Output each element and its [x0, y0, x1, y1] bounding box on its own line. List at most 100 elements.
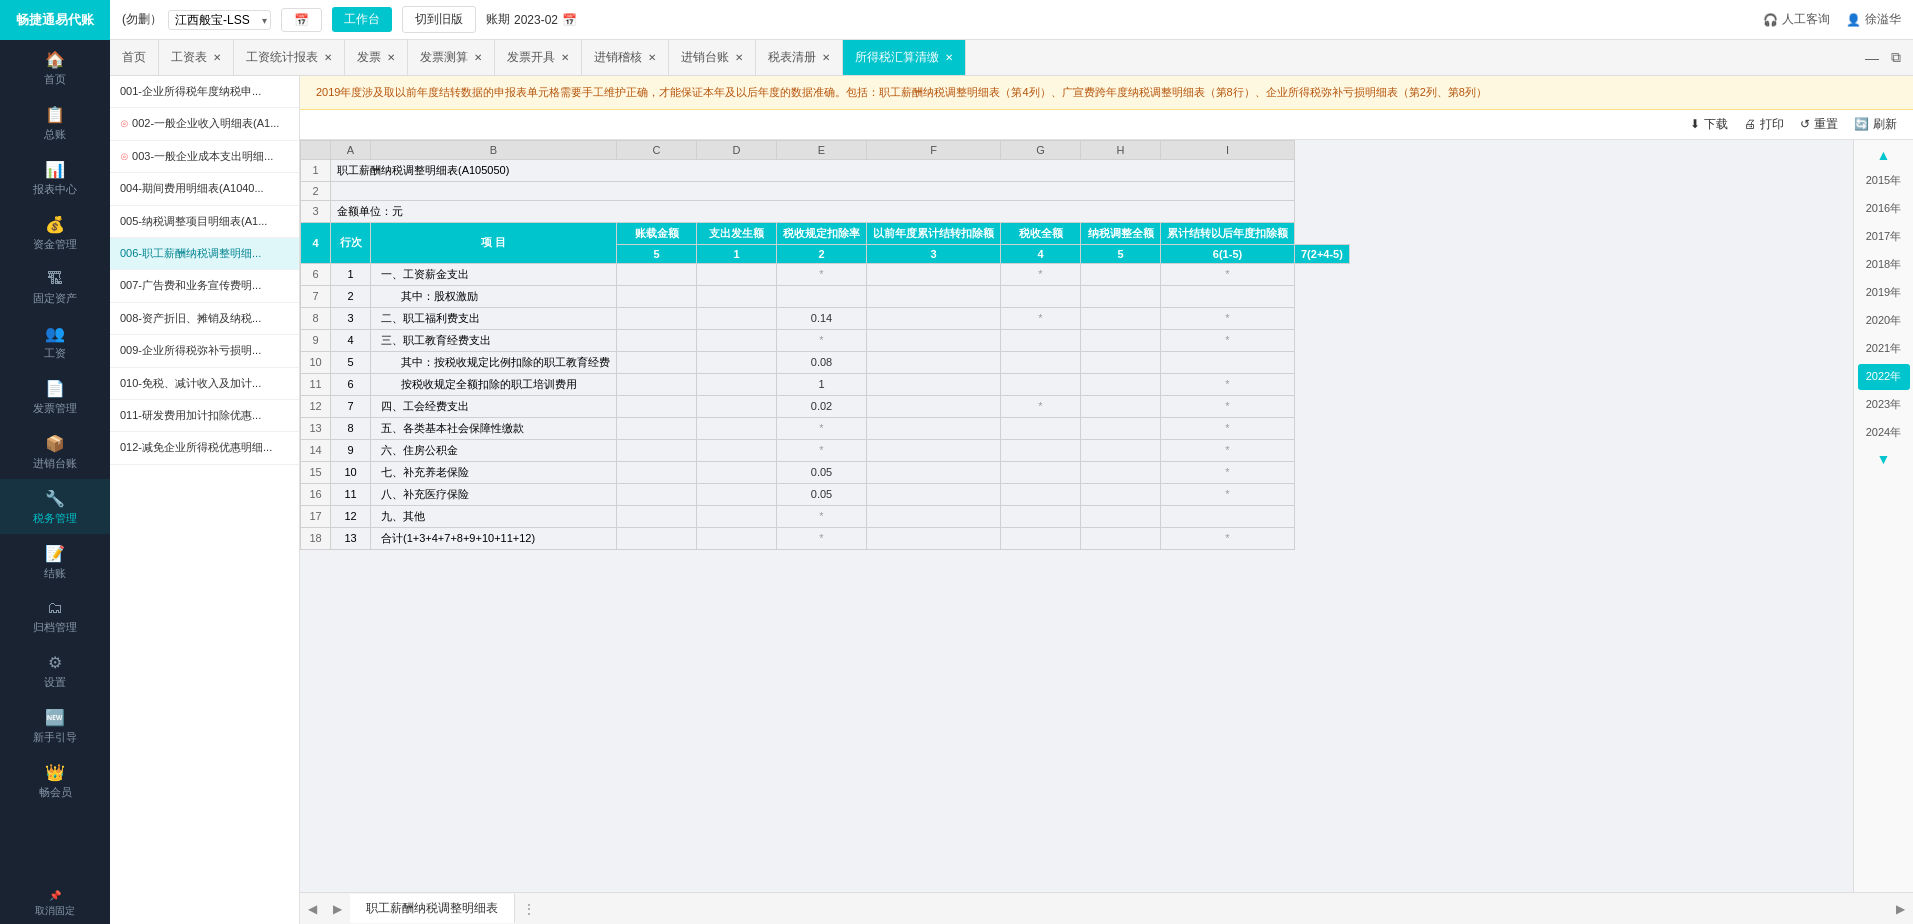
row-col-d[interactable]	[697, 395, 777, 417]
row-col-f[interactable]	[867, 505, 1001, 527]
sidebar-item-settings[interactable]: ⚙ 设置	[0, 643, 110, 698]
year-2019[interactable]: 2019年	[1858, 280, 1910, 306]
sidebar-item-salary[interactable]: 👥 工资	[0, 314, 110, 369]
row-col-i[interactable]: *	[1161, 263, 1295, 285]
tab-income-tax[interactable]: 所得税汇算清缴 ✕	[843, 40, 966, 76]
row-col-g[interactable]	[1001, 527, 1081, 549]
row-col-h[interactable]	[1081, 527, 1161, 549]
row-col-c[interactable]	[617, 307, 697, 329]
row-col-d[interactable]	[697, 505, 777, 527]
row-col-d[interactable]	[697, 417, 777, 439]
sidebar-item-tax[interactable]: 🔧 税务管理	[0, 479, 110, 534]
tab-close-invoice[interactable]: ✕	[387, 52, 395, 63]
tab-invoice-issue[interactable]: 发票开具 ✕	[495, 40, 582, 76]
tab-stock-ledger[interactable]: 进销台账 ✕	[669, 40, 756, 76]
row-col-g[interactable]	[1001, 461, 1081, 483]
tab-salary-table[interactable]: 工资表 ✕	[159, 40, 234, 76]
row-col-g[interactable]	[1001, 505, 1081, 527]
service-button[interactable]: 🎧 人工客询	[1763, 11, 1830, 28]
row-col-i[interactable]	[1161, 285, 1295, 307]
row-col-e[interactable]: 0.05	[777, 461, 867, 483]
row-col-h[interactable]	[1081, 483, 1161, 505]
row-col-g[interactable]	[1001, 439, 1081, 461]
list-item-003[interactable]: ⊙ 003-一般企业成本支出明细...	[110, 141, 299, 173]
year-2022[interactable]: 2022年	[1858, 364, 1910, 390]
next-sheet-btn[interactable]: ▶	[325, 902, 350, 916]
row-col-h[interactable]	[1081, 461, 1161, 483]
year-2020[interactable]: 2020年	[1858, 308, 1910, 334]
period-calendar-icon[interactable]: 📅	[562, 13, 577, 27]
sheet-main[interactable]: A B C D E F G H I	[300, 140, 1853, 893]
list-item-004[interactable]: 004-期间费用明细表(A1040...	[110, 173, 299, 205]
tab-close-tax-book[interactable]: ✕	[822, 52, 830, 63]
list-item-011[interactable]: 011-研发费用加计扣除优惠...	[110, 400, 299, 432]
year-2018[interactable]: 2018年	[1858, 252, 1910, 278]
list-item-008[interactable]: 008-资产折旧、摊销及纳税...	[110, 303, 299, 335]
download-button[interactable]: ⬇ 下载	[1690, 116, 1728, 133]
row-col-e[interactable]: *	[777, 263, 867, 285]
company-dropdown[interactable]: 江西般宝-LSS	[168, 10, 271, 30]
row-col-c[interactable]	[617, 461, 697, 483]
row-col-h[interactable]	[1081, 307, 1161, 329]
row-col-i[interactable]: *	[1161, 527, 1295, 549]
calendar-icon-btn[interactable]: 📅	[281, 8, 322, 32]
row-col-d[interactable]	[697, 483, 777, 505]
row-col-c[interactable]	[617, 351, 697, 373]
row-col-i[interactable]: *	[1161, 329, 1295, 351]
maximize-button[interactable]: ⧉	[1887, 47, 1905, 68]
tab-home[interactable]: 首页	[110, 40, 159, 76]
sidebar-item-stock[interactable]: 📦 进销台账	[0, 424, 110, 479]
sidebar-item-invoice[interactable]: 📄 发票管理	[0, 369, 110, 424]
tab-close-stock[interactable]: ✕	[735, 52, 743, 63]
tab-close-income-tax[interactable]: ✕	[945, 52, 953, 63]
tab-close-stats[interactable]: ✕	[324, 52, 332, 63]
list-item-005[interactable]: 005-纳税调整项目明细表(A1...	[110, 206, 299, 238]
row-col-e[interactable]: 0.05	[777, 483, 867, 505]
prev-sheet-btn[interactable]: ◀	[300, 902, 325, 916]
row-col-i[interactable]: *	[1161, 483, 1295, 505]
list-item-010[interactable]: 010-免税、减计收入及加计...	[110, 368, 299, 400]
row-col-g[interactable]: *	[1001, 307, 1081, 329]
year-2017[interactable]: 2017年	[1858, 224, 1910, 250]
row-col-e[interactable]: 0.02	[777, 395, 867, 417]
row-col-c[interactable]	[617, 417, 697, 439]
row-col-e[interactable]: *	[777, 439, 867, 461]
row-col-g[interactable]	[1001, 329, 1081, 351]
sheet-tab-actions[interactable]: ⋮	[515, 902, 543, 916]
list-item-006[interactable]: 006-职工薪酬纳税调整明细...	[110, 238, 299, 270]
sidebar-item-assets[interactable]: 🏗 固定资产	[0, 260, 110, 314]
row-col-h[interactable]	[1081, 285, 1161, 307]
row-col-g[interactable]	[1001, 285, 1081, 307]
sidebar-item-home[interactable]: 🏠 首页	[0, 40, 110, 95]
row-col-e[interactable]: 1	[777, 373, 867, 395]
row-col-d[interactable]	[697, 373, 777, 395]
row-col-f[interactable]	[867, 373, 1001, 395]
row-col-d[interactable]	[697, 263, 777, 285]
row-col-h[interactable]	[1081, 373, 1161, 395]
row-col-f[interactable]	[867, 483, 1001, 505]
workbench-button[interactable]: 工作台	[332, 7, 392, 32]
row-col-d[interactable]	[697, 461, 777, 483]
tab-salary-stats[interactable]: 工资统计报表 ✕	[234, 40, 345, 76]
row-col-d[interactable]	[697, 439, 777, 461]
row-col-e[interactable]: *	[777, 505, 867, 527]
tab-invoice-calc[interactable]: 发票测算 ✕	[408, 40, 495, 76]
row-col-i[interactable]: *	[1161, 307, 1295, 329]
row-col-e[interactable]: *	[777, 417, 867, 439]
reset-button[interactable]: ↺ 重置	[1800, 116, 1838, 133]
row-col-d[interactable]	[697, 307, 777, 329]
row-col-h[interactable]	[1081, 351, 1161, 373]
list-item-009[interactable]: 009-企业所得税弥补亏损明...	[110, 335, 299, 367]
row-col-g[interactable]	[1001, 351, 1081, 373]
year-2021[interactable]: 2021年	[1858, 336, 1910, 362]
year-2023[interactable]: 2023年	[1858, 392, 1910, 418]
refresh-button[interactable]: 🔄 刷新	[1854, 116, 1897, 133]
row-col-e[interactable]: 0.14	[777, 307, 867, 329]
row-col-h[interactable]	[1081, 439, 1161, 461]
row-col-i[interactable]: *	[1161, 461, 1295, 483]
sidebar-item-vip[interactable]: 👑 畅会员	[0, 753, 110, 808]
cancel-fixed-button[interactable]: 📌 取消固定	[0, 884, 110, 924]
switch-old-button[interactable]: 切到旧版	[402, 6, 476, 33]
year-2015[interactable]: 2015年	[1858, 168, 1910, 194]
tab-audit[interactable]: 进销稽核 ✕	[582, 40, 669, 76]
